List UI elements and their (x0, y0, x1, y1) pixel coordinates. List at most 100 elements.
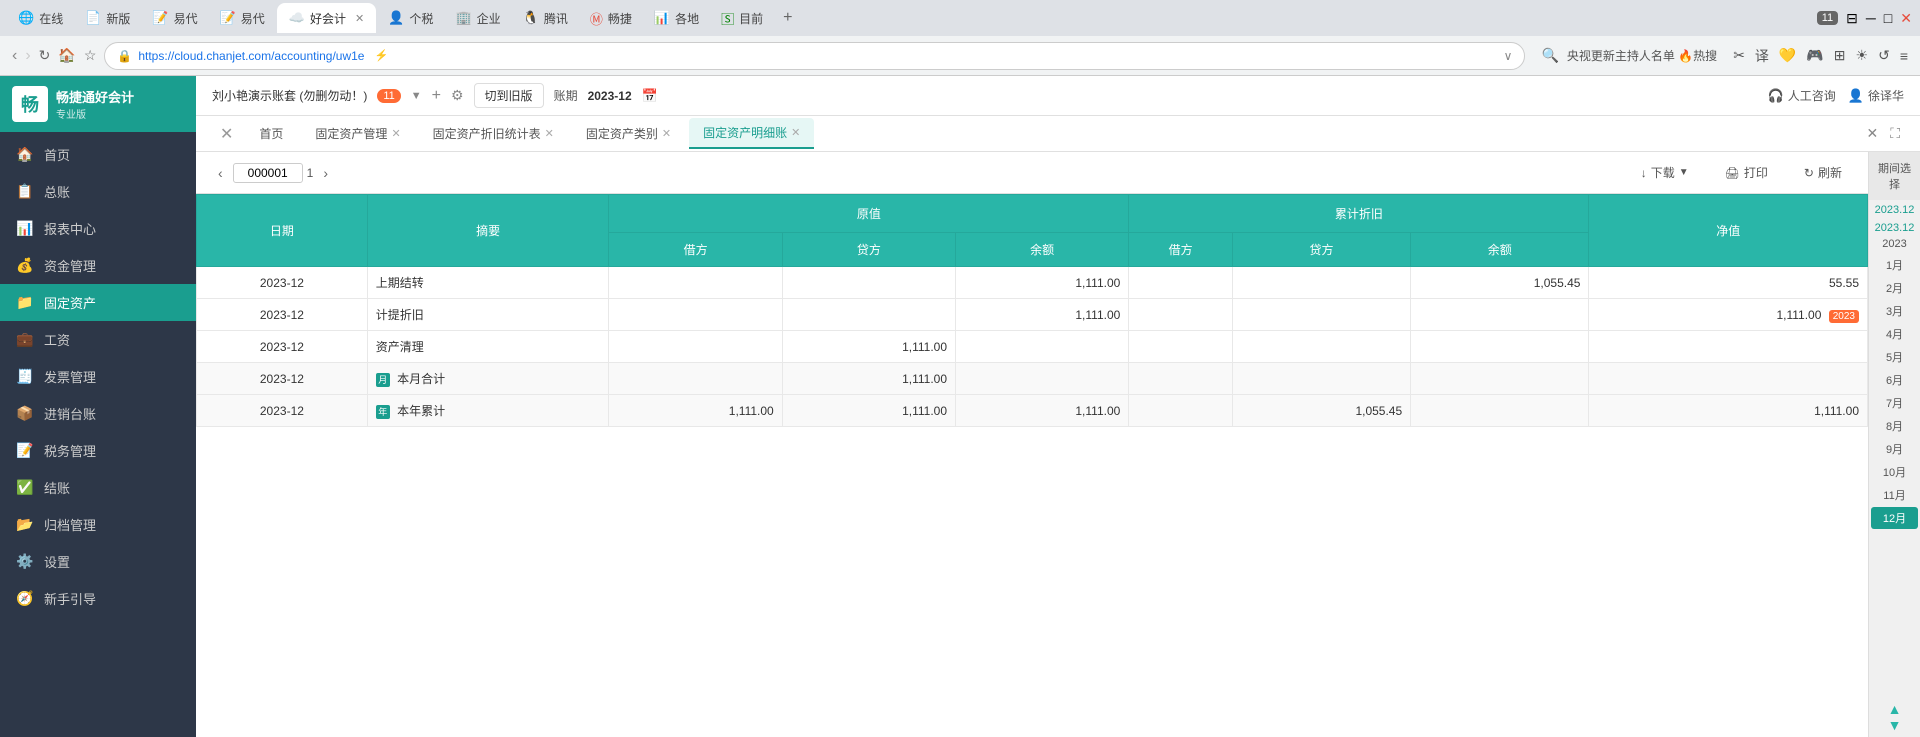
sidebar-item-guide[interactable]: 🧭 新手引导 (0, 580, 196, 617)
period-month-11[interactable]: 11月 (1871, 484, 1918, 506)
scissors-icon[interactable]: ✂ (1733, 47, 1745, 64)
help-button[interactable]: 🎧 人工咨询 (1768, 87, 1836, 104)
address-bar: ‹ › ↻ 🏠 ☆ 🔒 https://cloud.chanjet.com/ac… (0, 36, 1920, 76)
period-month-9[interactable]: 9月 (1871, 438, 1918, 460)
period-year-tag: 2023 (1880, 236, 1908, 252)
tab-home[interactable]: 首页 (245, 119, 297, 148)
add-account-button[interactable]: + (432, 87, 441, 105)
tab-close-icon[interactable]: ✕ (545, 127, 554, 140)
address-input[interactable]: 🔒 https://cloud.chanjet.com/accounting/u… (104, 42, 1525, 70)
browser-tab-qiye[interactable]: 🏢 企业 (445, 3, 510, 33)
settings-small-icon[interactable]: ⚙ (451, 87, 464, 104)
tab-depreciation-stats[interactable]: 固定资产折旧统计表 ✕ (419, 119, 568, 148)
period-month-3[interactable]: 3月 (1871, 300, 1918, 322)
period-month-7[interactable]: 7月 (1871, 392, 1918, 414)
browser-tab-geshui[interactable]: 👤 个税 (378, 3, 443, 33)
game-icon[interactable]: 🎮 (1806, 47, 1823, 64)
browser-tab-changjie[interactable]: Ⓜ 畅捷 (580, 3, 642, 33)
table-row-summary: 2023-12 年 本年累计 1,111.00 1,111.00 1,111.0… (197, 395, 1868, 427)
period-month-5[interactable]: 5月 (1871, 346, 1918, 368)
tab-favicon: 🌐 (18, 10, 34, 26)
browser-tab-gedi[interactable]: 📊 各地 (644, 3, 709, 33)
ledger-panel: ‹ 1 › ↓ 下载 ▼ 🖨 打印 (196, 152, 1868, 737)
tab-close-icon[interactable]: ✕ (791, 126, 800, 139)
sidebar-item-salary[interactable]: 💼 工资 (0, 321, 196, 358)
browser-tab-yidai1[interactable]: 📝 易代 (142, 3, 207, 33)
wallet-icon[interactable]: 💛 (1779, 47, 1796, 64)
bookmark-button[interactable]: ☆ (84, 47, 97, 64)
sidebar-item-settings[interactable]: ⚙️ 设置 (0, 543, 196, 580)
browser-tab-new[interactable]: 📄 新版 (75, 3, 140, 33)
sidebar-item-home[interactable]: 🏠 首页 (0, 136, 196, 173)
page-tab-close-all[interactable]: ✕ (212, 120, 241, 148)
download-button[interactable]: ↓ 下载 ▼ (1631, 160, 1699, 185)
tab-favicon: 🏢 (455, 10, 471, 26)
tab-close-icon[interactable]: ✕ (662, 127, 671, 140)
maximize-icon[interactable]: □ (1884, 10, 1892, 26)
translate-icon[interactable]: 译 (1755, 46, 1769, 66)
period-year-label1[interactable]: 2023.12 (1873, 200, 1917, 220)
page-number-input[interactable] (233, 163, 303, 183)
browser-tab-online[interactable]: 🌐 在线 (8, 3, 73, 33)
page-next-button[interactable]: › (317, 163, 334, 183)
account-badge: 11 (377, 89, 400, 103)
scroll-up-icon[interactable]: ▲ (1888, 701, 1902, 717)
account-user: 刘小艳演示账套 (勿删勿动！) (212, 87, 367, 104)
switch-version-button[interactable]: 切到旧版 (474, 83, 544, 108)
browser-chrome: 🌐 在线 📄 新版 📝 易代 📝 易代 ☁️ 好会计 ✕ 👤 个税 🏢 企业 (0, 0, 1920, 76)
period-calendar-icon[interactable]: 📅 (642, 88, 658, 104)
home-button[interactable]: 🏠 (58, 47, 75, 64)
sidebar-item-purchase[interactable]: 📦 进销台账 (0, 395, 196, 432)
tab-close-icon[interactable]: ✕ (391, 127, 400, 140)
print-button[interactable]: 🖨 打印 (1715, 160, 1778, 185)
period-month-12[interactable]: 12月 (1871, 507, 1918, 529)
scroll-down-icon[interactable]: ▼ (1888, 717, 1902, 733)
accum-balance-header: 余额 (1411, 233, 1589, 267)
sidebar-toggle-icon[interactable]: ⊟ (1846, 10, 1858, 27)
browser-tab-tengxun[interactable]: 🐧 腾讯 (513, 3, 578, 33)
back-button[interactable]: ‹ (12, 47, 17, 65)
tab-close-icon[interactable]: ✕ (355, 12, 364, 25)
page-prev-button[interactable]: ‹ (212, 163, 229, 183)
browser-tab-muqian[interactable]: 🅂 目前 (711, 3, 773, 33)
sidebar-item-tax[interactable]: 📝 税务管理 (0, 432, 196, 469)
sidebar-item-report[interactable]: 📊 报表中心 (0, 210, 196, 247)
period-month-6[interactable]: 6月 (1871, 369, 1918, 391)
net-value-cell (1589, 331, 1868, 363)
new-tab-button[interactable]: + (775, 5, 800, 31)
minimize-icon[interactable]: ─ (1866, 10, 1876, 26)
tax-icon: 📝 (16, 442, 34, 459)
tab-fixed-category[interactable]: 固定资产类别 ✕ (572, 119, 685, 148)
period-month-1[interactable]: 1月 (1871, 254, 1918, 276)
sidebar-item-ledger[interactable]: 📋 总账 (0, 173, 196, 210)
period-month-4[interactable]: 4月 (1871, 323, 1918, 345)
tab-fixed-ledger[interactable]: 固定资产明细账 ✕ (689, 118, 814, 149)
undo-icon[interactable]: ↺ (1878, 47, 1890, 64)
period-month-8[interactable]: 8月 (1871, 415, 1918, 437)
period-month-10[interactable]: 10月 (1871, 461, 1918, 483)
close-icon[interactable]: ✕ (1900, 10, 1912, 27)
close-panel-button[interactable]: ✕ (1862, 121, 1882, 146)
brightness-icon[interactable]: ☀ (1856, 47, 1869, 64)
sidebar-item-fund[interactable]: 💰 资金管理 (0, 247, 196, 284)
sidebar-item-archive[interactable]: 📂 归档管理 (0, 506, 196, 543)
refresh-button[interactable]: ↻ 刷新 (1794, 160, 1852, 185)
sidebar-item-checkout[interactable]: ✅ 结账 (0, 469, 196, 506)
forward-button[interactable]: › (25, 47, 30, 65)
reload-button[interactable]: ↻ (39, 47, 51, 64)
sidebar-item-fixed[interactable]: 📁 固定资产 (0, 284, 196, 321)
summary-text: 本月合计 (397, 372, 445, 386)
address-dropdown-icon[interactable]: ∨ (1504, 49, 1513, 63)
period-month-2[interactable]: 2月 (1871, 277, 1918, 299)
browser-tab-yidai2[interactable]: 📝 易代 (210, 3, 275, 33)
sidebar-label: 发票管理 (44, 367, 96, 386)
sidebar-item-invoice[interactable]: 🧾 发票管理 (0, 358, 196, 395)
user-button[interactable]: 👤 徐译华 (1848, 87, 1904, 104)
maximize-panel-button[interactable]: ⛶ (1886, 121, 1904, 146)
tab-fixed-management[interactable]: 固定资产管理 ✕ (301, 119, 414, 148)
account-dropdown-icon[interactable]: ▼ (411, 90, 422, 102)
period-year-label2[interactable]: 2023.12 (1873, 220, 1917, 236)
menu-icon[interactable]: ≡ (1900, 48, 1908, 64)
browser-tab-haokuaiji[interactable]: ☁️ 好会计 ✕ (277, 3, 376, 33)
grid-icon[interactable]: ⊞ (1834, 47, 1846, 64)
